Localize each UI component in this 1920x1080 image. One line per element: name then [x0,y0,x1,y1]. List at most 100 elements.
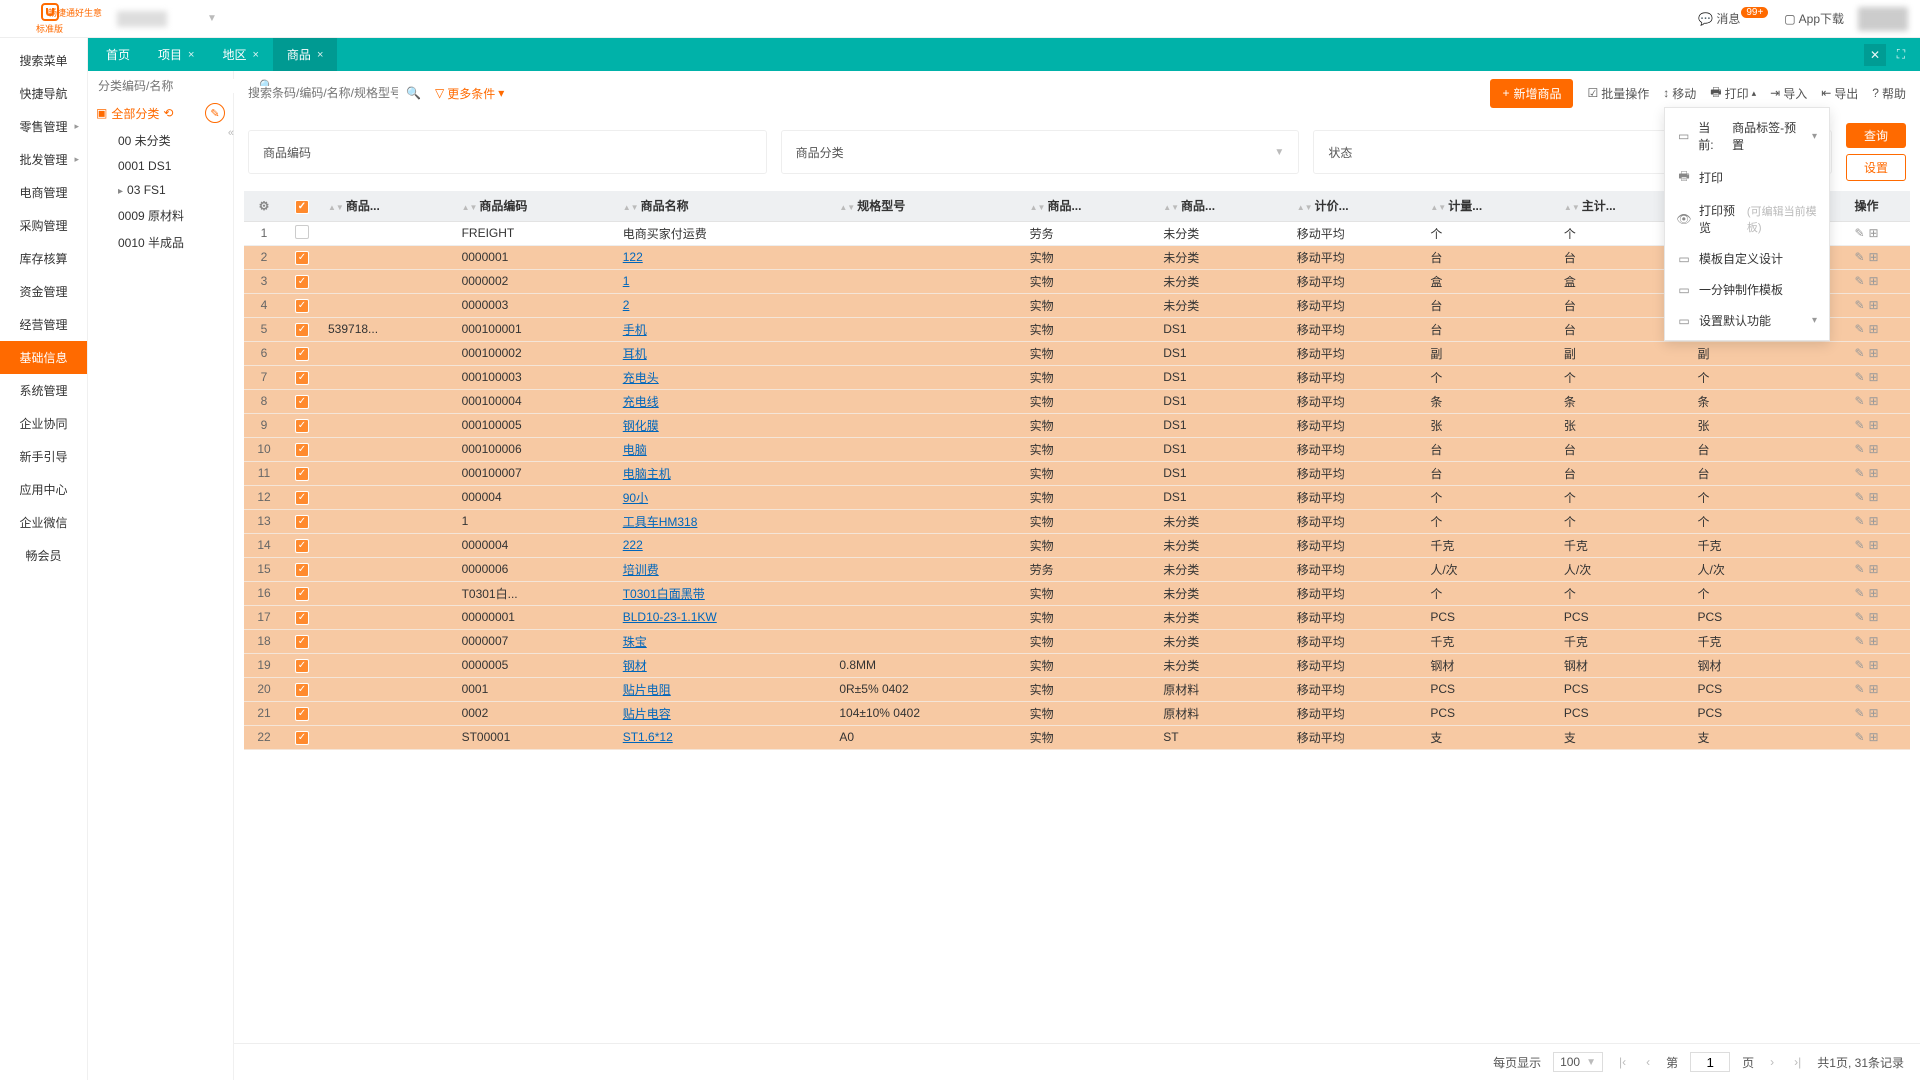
more-icon[interactable]: ⊞ [1869,586,1879,600]
row-checkbox[interactable]: ✓ [295,563,309,577]
product-name-link[interactable]: 222 [623,538,643,552]
content-search-input[interactable] [248,86,398,100]
row-checkbox[interactable]: ✓ [295,419,309,433]
product-name-link[interactable]: 钢材 [623,659,647,673]
more-icon[interactable]: ⊞ [1869,634,1879,648]
select-all-checkbox[interactable]: ✓ [295,200,309,214]
edit-icon[interactable]: ✎ [1854,490,1864,504]
column-header[interactable]: ▲▼商品... [320,191,454,221]
print-menu-item[interactable]: ▭模板自定义设计 [1665,243,1829,274]
gear-icon[interactable]: ⚙ [259,199,270,213]
row-checkbox[interactable]: ✓ [295,539,309,553]
print-menu-item[interactable]: ▭一分钟制作模板 [1665,274,1829,305]
row-checkbox[interactable]: ✓ [295,251,309,265]
row-checkbox[interactable]: ✓ [295,731,309,745]
table-row[interactable]: 19✓0000005钢材0.8MM实物未分类移动平均钢材钢材钢材✎⊞ [244,653,1910,677]
edit-icon[interactable]: ✎ [1854,370,1864,384]
product-name-link[interactable]: 充电头 [623,371,659,385]
tree-node[interactable]: 0009 原材料 [88,202,233,229]
product-name-link[interactable]: 耳机 [623,347,647,361]
sidebar-item[interactable]: 企业微信 [0,506,87,539]
sidebar-item[interactable]: 搜索菜单 [0,44,87,77]
row-checkbox[interactable]: ✓ [295,587,309,601]
more-icon[interactable]: ⊞ [1869,490,1879,504]
tree-node[interactable]: 03 FS1 [88,178,233,202]
edit-icon[interactable]: ✎ [1854,586,1864,600]
edit-icon[interactable]: ✎ [1854,514,1864,528]
tree-node[interactable]: 00 未分类 [88,127,233,154]
product-name-link[interactable]: 贴片电容 [623,707,671,721]
table-row[interactable]: 9✓000100005钢化膜实物DS1移动平均张张张✎⊞ [244,413,1910,437]
product-name-link[interactable]: 2 [623,298,630,312]
more-icon[interactable]: ⊞ [1869,658,1879,672]
row-checkbox[interactable]: ✓ [295,299,309,313]
refresh-icon[interactable]: ⟲ [163,106,173,120]
product-name-link[interactable]: ST1.6*12 [623,730,673,744]
sidebar-item[interactable]: 基础信息 [0,341,87,374]
more-icon[interactable]: ⊞ [1869,442,1879,456]
edit-icon[interactable]: ✎ [1854,706,1864,720]
sidebar-item[interactable]: 采购管理 [0,209,87,242]
more-icon[interactable]: ⊞ [1869,322,1879,336]
product-name-link[interactable]: 122 [623,250,643,264]
sidebar-item[interactable]: 批发管理▸ [0,143,87,176]
more-icon[interactable]: ⊞ [1869,514,1879,528]
column-header[interactable]: ▲▼计价... [1289,191,1423,221]
print-menu-item[interactable]: ▭设置默认功能▾ [1665,305,1829,336]
fullscreen-icon[interactable]: ⛶ [1890,44,1912,66]
table-row[interactable]: 5✓539718...000100001手机实物DS1移动平均台台台✎⊞ [244,317,1910,341]
row-checkbox[interactable]: ✓ [295,515,309,529]
table-row[interactable]: 13✓1工具车HM318实物未分类移动平均个个个✎⊞ [244,509,1910,533]
sidebar-item[interactable]: 企业协同 [0,407,87,440]
edit-icon[interactable]: ✎ [1854,730,1864,744]
edit-icon[interactable]: ✎ [1854,538,1864,552]
sidebar-item[interactable]: 新手引导 [0,440,87,473]
more-icon[interactable]: ⊞ [1869,346,1879,360]
settings-button[interactable]: 设置 [1846,154,1906,181]
edit-icon[interactable]: ✎ [1854,562,1864,576]
product-name-link[interactable]: 钢化膜 [623,419,659,433]
sidebar-item[interactable]: 零售管理▸ [0,110,87,143]
edit-icon[interactable]: ✎ [1854,610,1864,624]
column-header[interactable]: ▲▼商品... [1155,191,1289,221]
sidebar-item[interactable]: 资金管理 [0,275,87,308]
more-icon[interactable]: ⊞ [1869,226,1879,240]
column-header[interactable]: ▲▼商品... [1022,191,1156,221]
more-icon[interactable]: ⊞ [1869,418,1879,432]
sidebar-item[interactable]: 系统管理 [0,374,87,407]
chevron-down-icon[interactable]: ▼ [207,13,217,24]
edit-icon[interactable]: ✎ [1854,682,1864,696]
query-button[interactable]: 查询 [1846,123,1906,148]
batch-ops-button[interactable]: ☑ 批量操作 [1587,85,1649,102]
row-checkbox[interactable]: ✓ [295,323,309,337]
more-icon[interactable]: ⊞ [1869,562,1879,576]
more-icon[interactable]: ⊞ [1869,250,1879,264]
edit-icon[interactable]: ✎ [1854,322,1864,336]
more-icon[interactable]: ⊞ [1869,370,1879,384]
sidebar-item[interactable]: 应用中心 [0,473,87,506]
print-dropdown[interactable]: 🖶 打印 ▴ [1710,83,1756,104]
column-header[interactable]: ✓ [284,191,320,221]
search-icon[interactable]: 🔍 [406,86,421,100]
table-row[interactable]: 20✓0001贴片电阻0R±5% 0402实物原材料移动平均PCSPCSPCS✎… [244,677,1910,701]
product-name-link[interactable]: 培训费 [623,563,659,577]
table-row[interactable]: 1FREIGHT电商买家付运费劳务未分类移动平均个个个✎⊞ [244,221,1910,245]
row-checkbox[interactable]: ✓ [295,491,309,505]
table-row[interactable]: 6✓000100002耳机实物DS1移动平均副副副✎⊞ [244,341,1910,365]
edit-icon[interactable]: ✎ [1854,466,1864,480]
pager-first[interactable]: |‹ [1615,1055,1630,1069]
more-icon[interactable]: ⊞ [1869,538,1879,552]
download-button[interactable]: ▢ App下载 [1784,10,1844,27]
row-checkbox[interactable]: ✓ [295,395,309,409]
print-menu-item[interactable]: 👁打印预览(可编辑当前模板) [1665,195,1829,243]
tree-node[interactable]: 0010 半成品 [88,229,233,256]
edit-icon[interactable]: ✎ [1854,394,1864,408]
table-row[interactable]: 8✓000100004充电线实物DS1移动平均条条条✎⊞ [244,389,1910,413]
edit-icon[interactable]: ✎ [1854,274,1864,288]
row-checkbox[interactable]: ✓ [295,611,309,625]
sidebar-item[interactable]: 经营管理 [0,308,87,341]
column-header[interactable]: ▲▼商品名称 [615,191,832,221]
export-button[interactable]: ⇤ 导出 [1821,85,1858,102]
sidebar-item[interactable]: 电商管理 [0,176,87,209]
more-icon[interactable]: ⊞ [1869,298,1879,312]
